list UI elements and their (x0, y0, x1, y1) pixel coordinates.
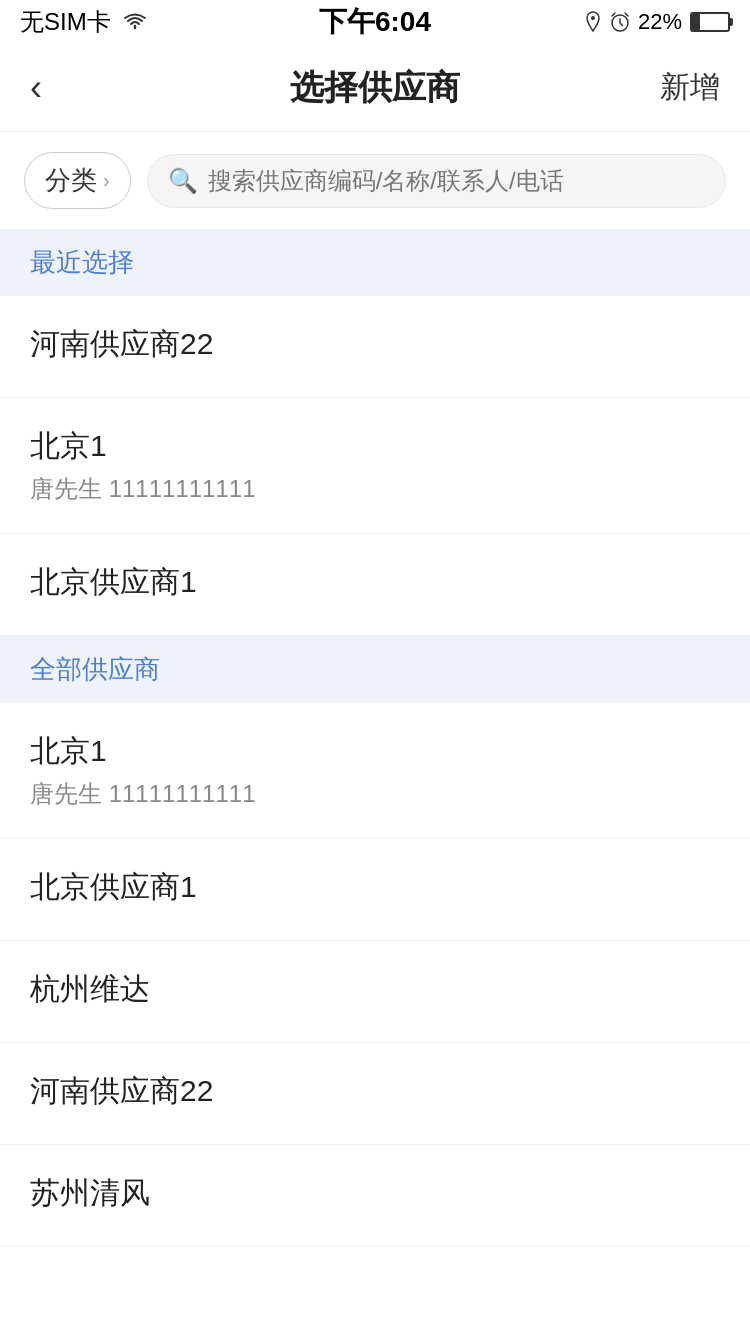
category-label: 分类 (45, 163, 97, 198)
section-header-recent: 最近选择 (0, 229, 750, 296)
supplier-item-all-2[interactable]: 杭州维达 (0, 941, 750, 1043)
location-icon (584, 11, 602, 33)
sections-container: 最近选择河南供应商22 北京1 唐先生 11111111111 北京供应商1 全部供应商… (0, 229, 750, 1247)
supplier-item-recent-1[interactable]: 北京1 唐先生 11111111111 (0, 398, 750, 534)
supplier-item-all-0[interactable]: 北京1 唐先生 11111111111 (0, 703, 750, 839)
search-icon: 🔍 (168, 167, 198, 195)
status-time: 下午6:04 (319, 3, 431, 41)
back-button[interactable]: ‹ (30, 67, 90, 109)
add-button[interactable]: 新增 (660, 67, 720, 108)
supplier-name: 河南供应商22 (30, 1071, 720, 1112)
supplier-item-all-3[interactable]: 河南供应商22 (0, 1043, 750, 1145)
supplier-meta: 唐先生 11111111111 (30, 473, 720, 505)
chevron-right-icon: › (103, 169, 110, 192)
supplier-item-recent-0[interactable]: 河南供应商22 (0, 296, 750, 398)
status-left: 无SIM卡 (20, 6, 149, 38)
nav-bar: ‹ 选择供应商 新增 (0, 44, 750, 132)
supplier-item-all-4[interactable]: 苏州清风 (0, 1145, 750, 1247)
supplier-name: 杭州维达 (30, 969, 720, 1010)
supplier-name: 北京1 (30, 731, 720, 772)
page-title: 选择供应商 (290, 65, 460, 111)
filter-bar: 分类 › 🔍 (0, 132, 750, 229)
supplier-name: 北京供应商1 (30, 562, 720, 603)
supplier-name: 河南供应商22 (30, 324, 720, 365)
supplier-item-all-1[interactable]: 北京供应商1 (0, 839, 750, 941)
status-bar: 无SIM卡 下午6:04 22% (0, 0, 750, 44)
alarm-icon (610, 11, 630, 33)
category-filter-button[interactable]: 分类 › (24, 152, 131, 209)
supplier-meta: 唐先生 11111111111 (30, 778, 720, 810)
battery-icon (690, 12, 730, 32)
svg-point-0 (591, 16, 595, 20)
supplier-name: 苏州清风 (30, 1173, 720, 1214)
wifi-icon (121, 12, 149, 32)
supplier-name: 北京1 (30, 426, 720, 467)
battery-percent: 22% (638, 9, 682, 35)
supplier-item-recent-2[interactable]: 北京供应商1 (0, 534, 750, 636)
section-header-all: 全部供应商 (0, 636, 750, 703)
search-box[interactable]: 🔍 (147, 154, 726, 208)
status-right: 22% (584, 9, 730, 35)
carrier-label: 无SIM卡 (20, 6, 111, 38)
search-input[interactable] (208, 167, 705, 195)
supplier-name: 北京供应商1 (30, 867, 720, 908)
